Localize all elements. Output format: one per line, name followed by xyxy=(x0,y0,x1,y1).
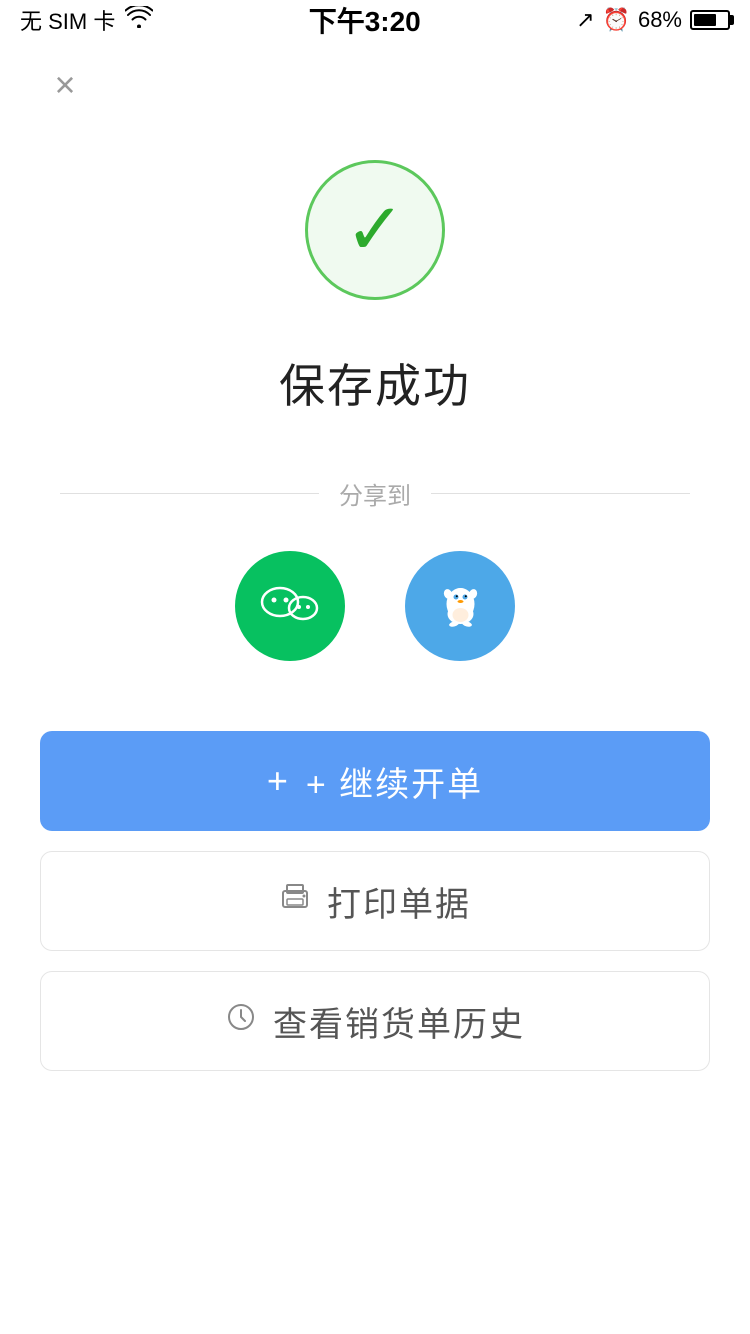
close-icon: × xyxy=(54,67,75,103)
battery-percent: 68% xyxy=(638,7,682,33)
battery-icon xyxy=(690,10,730,30)
status-left: 无 SIM 卡 xyxy=(20,4,153,36)
divider-line-left xyxy=(60,493,319,494)
success-circle: ✓ xyxy=(305,160,445,300)
share-icons-row xyxy=(235,551,515,661)
share-label: 分享到 xyxy=(319,476,431,511)
print-icon xyxy=(279,881,311,921)
continue-button[interactable]: + + 继续开单 xyxy=(40,731,710,831)
qq-icon xyxy=(428,574,493,639)
wechat-icon xyxy=(258,574,323,639)
location-icon: ↗ xyxy=(576,7,594,33)
wifi-icon xyxy=(125,6,153,34)
success-title: 保存成功 xyxy=(279,350,471,416)
history-icon xyxy=(225,1001,257,1041)
status-right: ↗ ⏰ 68% xyxy=(576,7,730,33)
close-btn-area: × xyxy=(0,40,750,120)
print-button[interactable]: 打印单据 xyxy=(40,851,710,951)
success-section: ✓ 保存成功 xyxy=(0,120,750,446)
close-button[interactable]: × xyxy=(40,60,90,110)
qq-share-button[interactable] xyxy=(405,551,515,661)
print-label: 打印单据 xyxy=(327,877,471,926)
sim-label: 无 SIM 卡 xyxy=(20,4,115,36)
status-time: 下午3:20 xyxy=(309,0,421,40)
history-button[interactable]: 查看销货单历史 xyxy=(40,971,710,1071)
status-bar: 无 SIM 卡 下午3:20 ↗ ⏰ 68% xyxy=(0,0,750,40)
divider-line-right xyxy=(431,493,690,494)
wechat-share-button[interactable] xyxy=(235,551,345,661)
alarm-icon: ⏰ xyxy=(603,7,630,33)
history-label: 查看销货单历史 xyxy=(273,997,525,1046)
actions-section: + + 继续开单 打印单据 查看销货单历史 xyxy=(0,701,750,1071)
share-divider-row: 分享到 xyxy=(60,476,690,511)
plus-icon: + xyxy=(267,760,290,802)
share-section: 分享到 xyxy=(0,446,750,701)
continue-label: + 继续开单 xyxy=(306,757,483,806)
checkmark-icon: ✓ xyxy=(345,194,405,266)
